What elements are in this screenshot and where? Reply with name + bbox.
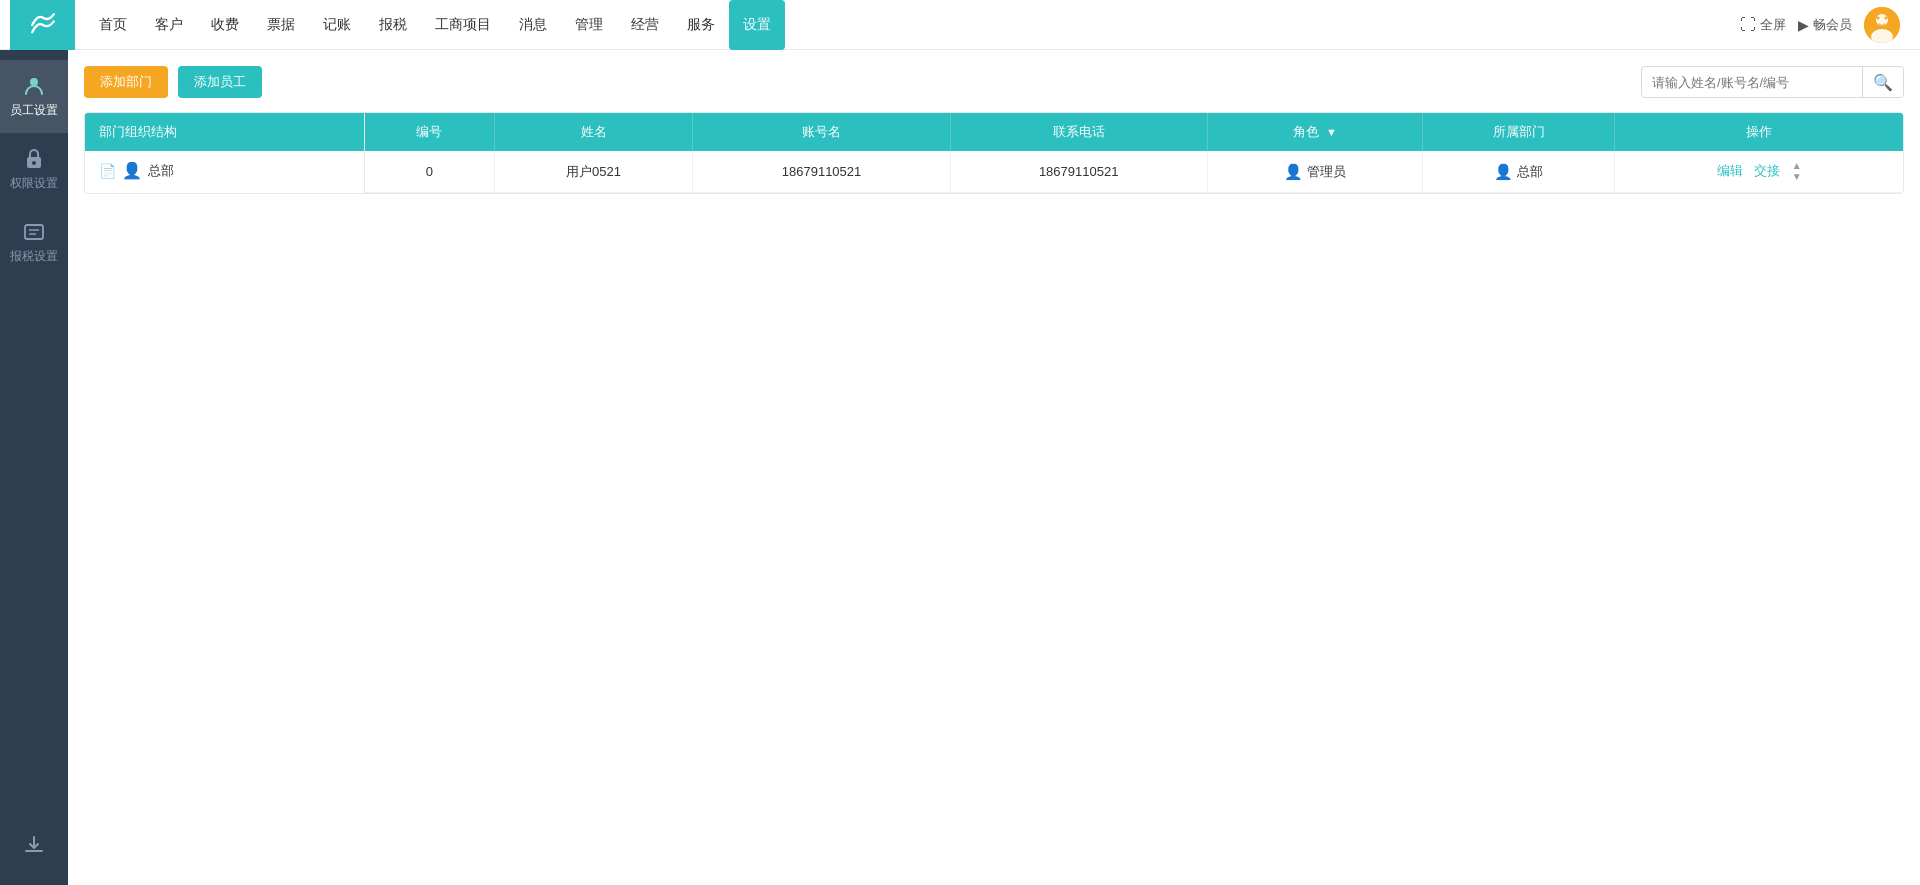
search-button[interactable]: 🔍 — [1862, 67, 1903, 97]
nav-operation[interactable]: 经营 — [617, 0, 673, 50]
sidebar-label-employee: 员工设置 — [10, 102, 58, 119]
nav-client[interactable]: 客户 — [141, 0, 197, 50]
add-emp-button[interactable]: 添加员工 — [178, 66, 262, 98]
dept-tree-item[interactable]: 📄 👤 总部 — [85, 151, 364, 190]
sidebar-download[interactable] — [0, 820, 68, 873]
cell-account: 18679110521 — [693, 151, 950, 193]
nav-biz[interactable]: 工商项目 — [421, 0, 505, 50]
cell-phone: 18679110521 — [950, 151, 1207, 193]
svg-point-4 — [1885, 16, 1888, 19]
col-id: 编号 — [365, 113, 494, 151]
svg-point-3 — [1877, 16, 1880, 19]
toolbar: 添加部门 添加员工 🔍 — [84, 66, 1904, 98]
person-settings-icon — [22, 74, 46, 98]
scroll-controls: ▲ ▼ — [1788, 161, 1806, 182]
sidebar-item-permission[interactable]: 权限设置 — [0, 133, 68, 206]
fullscreen-button[interactable]: ⛶ 全屏 — [1740, 16, 1786, 34]
cell-dept: 👤 总部 — [1423, 151, 1615, 193]
col-dept: 所属部门 — [1423, 113, 1615, 151]
table-header-row: 编号 姓名 账号名 联系电话 角色 ▼ 所属部门 操作 — [365, 113, 1903, 151]
cell-role: 👤 管理员 — [1207, 151, 1423, 193]
col-phone: 联系电话 — [950, 113, 1207, 151]
dept-label: 总部 — [1517, 163, 1543, 181]
dept-person-icon: 👤 — [122, 161, 142, 180]
fullscreen-icon: ⛶ — [1740, 16, 1756, 34]
add-dept-button[interactable]: 添加部门 — [84, 66, 168, 98]
avatar[interactable] — [1864, 7, 1900, 43]
sidebar: 员工设置 权限设置 报税设置 — [0, 50, 68, 885]
col-account: 账号名 — [693, 113, 950, 151]
sidebar-label-taxsettings: 报税设置 — [10, 248, 58, 265]
member-icon: ▶ — [1798, 17, 1809, 33]
table-row: 0 用户0521 18679110521 18679110521 👤 管理员 — [365, 151, 1903, 193]
scroll-down-icon[interactable]: ▼ — [1792, 172, 1802, 182]
sidebar-item-employee[interactable]: 员工设置 — [0, 60, 68, 133]
nav-settings[interactable]: 设置 — [729, 0, 785, 50]
nav-fee[interactable]: 收费 — [197, 0, 253, 50]
search-input[interactable] — [1642, 75, 1862, 90]
nav-service[interactable]: 服务 — [673, 0, 729, 50]
transfer-button[interactable]: 交接 — [1754, 163, 1780, 178]
nav-tax[interactable]: 报税 — [365, 0, 421, 50]
logo — [10, 0, 75, 50]
file-icon: 📄 — [99, 163, 116, 179]
nav-manage[interactable]: 管理 — [561, 0, 617, 50]
top-navigation: 首页 客户 收费 票据 记账 报税 工商项目 消息 管理 经营 服务 设置 ⛶ … — [0, 0, 1920, 50]
nav-invoice[interactable]: 票据 — [253, 0, 309, 50]
dept-person-icon2: 👤 — [1494, 163, 1513, 181]
col-role[interactable]: 角色 ▼ — [1207, 113, 1423, 151]
filter-icon: ▼ — [1326, 126, 1337, 138]
tax-settings-icon — [22, 220, 46, 244]
sidebar-label-permission: 权限设置 — [10, 175, 58, 192]
nav-items: 首页 客户 收费 票据 记账 报税 工商项目 消息 管理 经营 服务 设置 — [75, 0, 1740, 50]
nav-home[interactable]: 首页 — [85, 0, 141, 50]
split-panel: 部门组织结构 📄 👤 总部 编号 姓名 账号名 联系电话 — [84, 112, 1904, 194]
search-bar: 🔍 — [1641, 66, 1904, 98]
svg-point-5 — [30, 78, 38, 86]
scroll-up-icon[interactable]: ▲ — [1792, 161, 1802, 171]
svg-point-1 — [1876, 14, 1888, 26]
role-person-icon: 👤 — [1284, 163, 1303, 181]
col-ops: 操作 — [1615, 113, 1903, 151]
sidebar-item-taxsettings[interactable]: 报税设置 — [0, 206, 68, 279]
top-nav-right: ⛶ 全屏 ▶ 畅会员 — [1740, 7, 1910, 43]
sidebar-bottom — [0, 820, 68, 885]
lock-icon — [22, 147, 46, 171]
cell-name: 用户0521 — [494, 151, 693, 193]
content-area: 添加部门 添加员工 🔍 部门组织结构 📄 👤 总部 — [68, 50, 1920, 885]
svg-point-7 — [32, 161, 36, 165]
search-icon: 🔍 — [1873, 74, 1893, 91]
main-layout: 员工设置 权限设置 报税设置 — [0, 50, 1920, 885]
svg-rect-8 — [25, 225, 43, 239]
download-icon — [23, 834, 45, 859]
col-role-label: 角色 — [1293, 124, 1319, 139]
edit-button[interactable]: 编辑 — [1717, 163, 1743, 178]
member-label: 畅会员 — [1813, 16, 1852, 34]
nav-accounting[interactable]: 记账 — [309, 0, 365, 50]
dept-tree-header: 部门组织结构 — [85, 113, 364, 151]
member-button[interactable]: ▶ 畅会员 — [1798, 16, 1852, 34]
cell-operations: 编辑 交接 ▲ ▼ — [1615, 151, 1903, 193]
dept-tree: 部门组织结构 📄 👤 总部 — [85, 113, 365, 193]
fullscreen-label: 全屏 — [1760, 16, 1786, 34]
dept-name: 总部 — [148, 162, 174, 180]
nav-message[interactable]: 消息 — [505, 0, 561, 50]
role-label: 管理员 — [1307, 163, 1346, 181]
col-name: 姓名 — [494, 113, 693, 151]
employee-table: 编号 姓名 账号名 联系电话 角色 ▼ 所属部门 操作 — [365, 113, 1903, 193]
cell-id: 0 — [365, 151, 494, 193]
